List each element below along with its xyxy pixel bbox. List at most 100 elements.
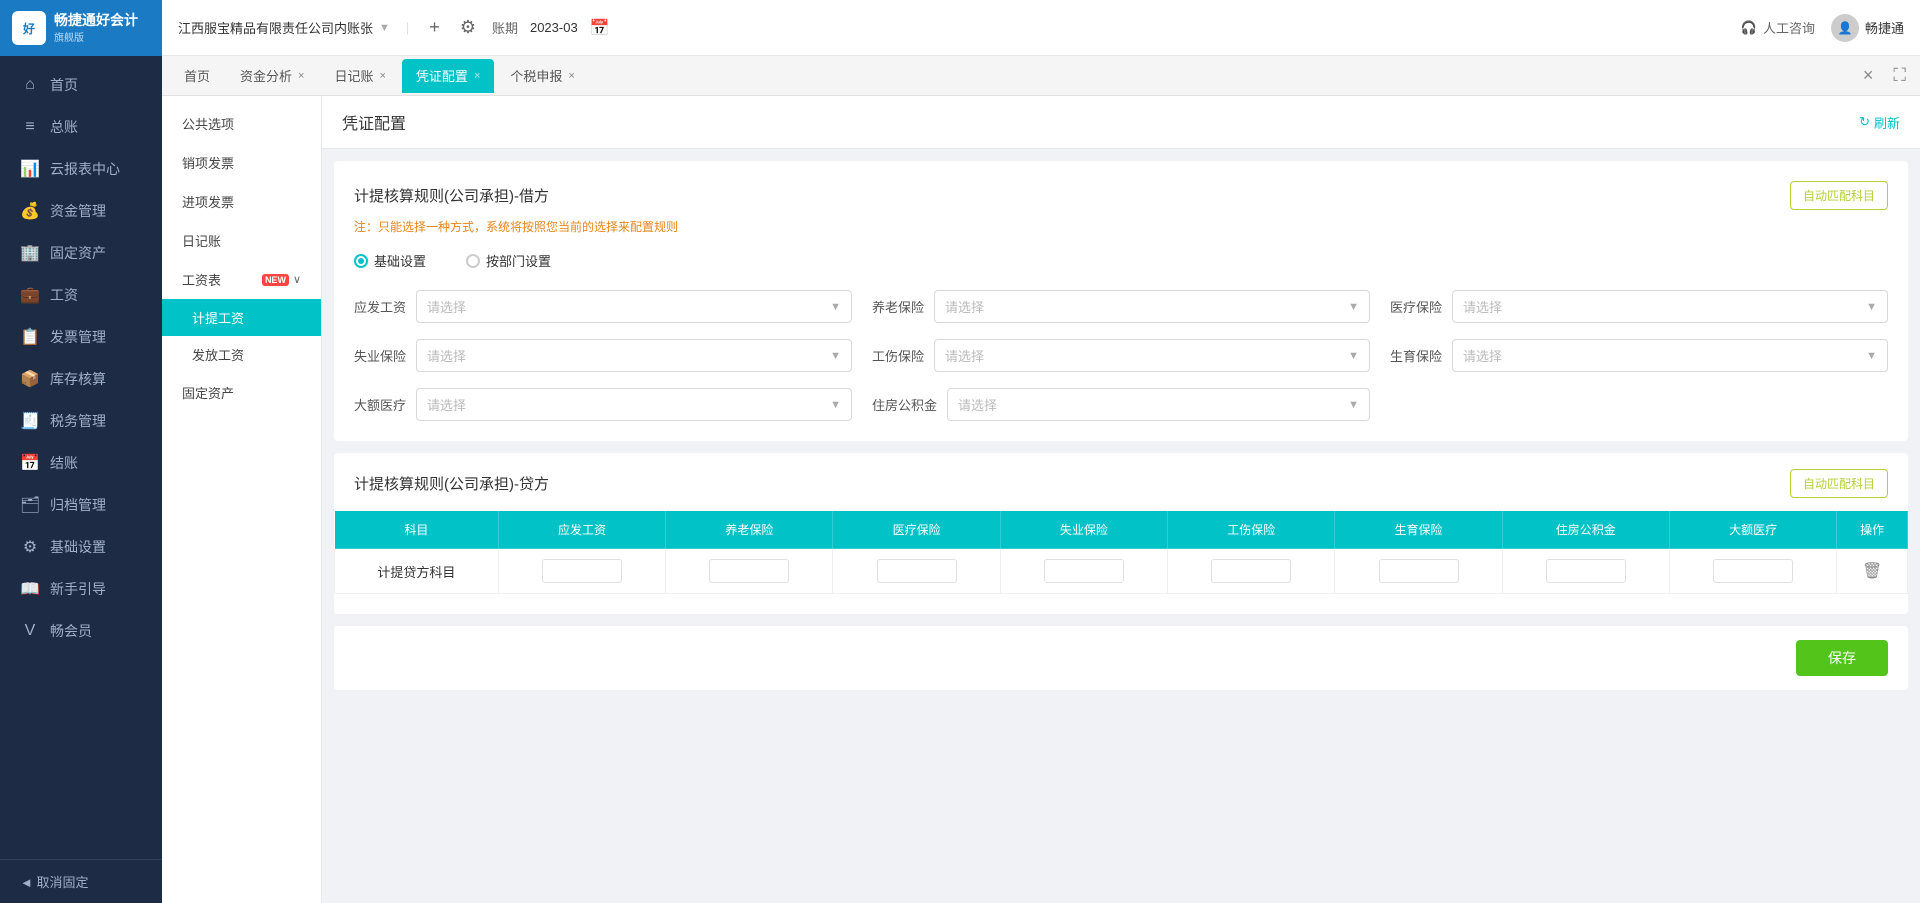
sidebar-label-guide: 新手引导 <box>50 579 106 599</box>
th-gross-salary: 应发工资 <box>498 511 665 549</box>
input-major-medical[interactable] <box>1713 559 1793 583</box>
td-work-injury-input[interactable] <box>1168 549 1335 594</box>
archive-icon: 🗂 <box>20 495 40 515</box>
select-pension-arrow: ▼ <box>1348 301 1359 313</box>
sidebar-item-archive[interactable]: 🗂 归档管理 <box>0 484 162 526</box>
save-button[interactable]: 保存 <box>1796 640 1888 676</box>
left-item-public[interactable]: 公共选项 <box>162 104 321 143</box>
sidebar-label-home: 首页 <box>50 75 78 95</box>
select-major-medical[interactable]: 请选择 ▼ <box>416 388 852 421</box>
left-item-journal[interactable]: 日记账 <box>162 221 321 260</box>
td-medical-input[interactable] <box>833 549 1000 594</box>
debit-form-grid: 应发工资 请选择 ▼ 养老保险 请选择 ▼ 医疗 <box>354 290 1888 421</box>
tab-tax-close[interactable]: × <box>568 70 574 82</box>
user-menu[interactable]: 👤 畅捷通 <box>1831 14 1904 42</box>
tab-journal[interactable]: 日记账 × <box>320 59 399 93</box>
left-item-pay-payroll[interactable]: 发放工资 <box>162 336 321 373</box>
sidebar-item-inventory[interactable]: 📦 库存核算 <box>0 358 162 400</box>
left-item-accrue-payroll[interactable]: 计提工资 <box>162 299 321 336</box>
input-work-injury[interactable] <box>1211 559 1291 583</box>
tab-tax-label: 个税申报 <box>510 66 562 85</box>
service-label: 人工咨询 <box>1763 18 1815 37</box>
tab-expand-btn[interactable]: ⛶ <box>1887 61 1912 90</box>
sidebar-item-vip[interactable]: V 畅会员 <box>0 610 162 652</box>
select-gross-salary[interactable]: 请选择 ▼ <box>416 290 852 323</box>
home-icon: ⌂ <box>20 76 40 94</box>
topbar-settings-icon[interactable]: ⚙ <box>456 13 480 42</box>
sidebar-label-invoice: 发票管理 <box>50 327 106 347</box>
radio-dept-circle <box>466 254 480 268</box>
td-pension-input[interactable] <box>666 549 833 594</box>
tab-finance-close[interactable]: × <box>298 70 304 82</box>
sidebar-item-guide[interactable]: 📖 新手引导 <box>0 568 162 610</box>
payroll-icon: 💼 <box>20 285 40 305</box>
input-housing-fund[interactable] <box>1546 559 1626 583</box>
sidebar-item-closing[interactable]: 📅 结账 <box>0 442 162 484</box>
input-gross-salary[interactable] <box>542 559 622 583</box>
service-btn[interactable]: 🎧 人工咨询 <box>1741 18 1815 37</box>
sidebar-collapse[interactable]: ◄ 取消固定 <box>0 859 162 903</box>
left-item-fixed-assets[interactable]: 固定资产 <box>162 373 321 412</box>
sidebar-item-invoice[interactable]: 📋 发票管理 <box>0 316 162 358</box>
credit-section-title: 计提核算规则(公司承担)-贷方 <box>354 473 549 494</box>
sidebar-item-tax[interactable]: 🧾 税务管理 <box>0 400 162 442</box>
sidebar-item-assets[interactable]: 🏢 固定资产 <box>0 232 162 274</box>
field-maternity: 生育保险 请选择 ▼ <box>1390 339 1888 372</box>
content-area: 公共选项 销项发票 进项发票 日记账 工资表 NEW ∨ 计提工资 <box>162 96 1920 903</box>
sidebar-label-closing: 结账 <box>50 453 78 473</box>
sidebar-item-settings[interactable]: ⚙ 基础设置 <box>0 526 162 568</box>
tab-finance[interactable]: 资金分析 × <box>226 59 318 93</box>
tab-close-btn[interactable]: × <box>1857 61 1880 90</box>
guide-icon: 📖 <box>20 579 40 599</box>
left-item-payroll-table[interactable]: 工资表 NEW ∨ <box>162 260 321 299</box>
calendar-icon[interactable]: 📅 <box>590 18 610 38</box>
tabs-bar: 首页 资金分析 × 日记账 × 凭证配置 × 个税申报 × × ⛶ <box>162 56 1920 96</box>
tab-voucher-config-close[interactable]: × <box>474 70 480 82</box>
tab-home[interactable]: 首页 <box>170 59 224 93</box>
select-work-injury[interactable]: 请选择 ▼ <box>934 339 1370 372</box>
td-housing-fund-input[interactable] <box>1502 549 1669 594</box>
debit-section-title: 计提核算规则(公司承担)-借方 <box>354 185 549 206</box>
select-housing-fund[interactable]: 请选择 ▼ <box>947 388 1370 421</box>
sidebar-item-finance[interactable]: 💰 资金管理 <box>0 190 162 232</box>
debit-auto-match-button[interactable]: 自动匹配科目 <box>1790 181 1888 210</box>
tab-voucher-config[interactable]: 凭证配置 × <box>402 59 494 93</box>
debit-radio-group: 基础设置 按部门设置 <box>354 251 1888 270</box>
select-major-medical-placeholder: 请选择 <box>427 395 466 414</box>
tab-journal-close[interactable]: × <box>379 70 385 82</box>
tab-tax[interactable]: 个税申报 × <box>496 59 588 93</box>
delete-row-icon[interactable]: 🗑 <box>1862 563 1882 580</box>
td-major-medical-input[interactable] <box>1669 549 1836 594</box>
left-item-sales-invoice[interactable]: 销项发票 <box>162 143 321 182</box>
input-medical[interactable] <box>877 559 957 583</box>
sidebar-item-ledger[interactable]: ≡ 总账 <box>0 106 162 148</box>
radio-basic[interactable]: 基础设置 <box>354 251 426 270</box>
input-maternity[interactable] <box>1379 559 1459 583</box>
left-label-purchase-invoice: 进项发票 <box>182 192 234 211</box>
field-unemployment: 失业保险 请选择 ▼ <box>354 339 852 372</box>
td-unemployment-input[interactable] <box>1000 549 1167 594</box>
input-unemployment[interactable] <box>1044 559 1124 583</box>
select-medical[interactable]: 请选择 ▼ <box>1452 290 1888 323</box>
save-bar: 保存 <box>334 626 1908 690</box>
tab-finance-label: 资金分析 <box>240 66 292 85</box>
td-maternity-input[interactable] <box>1335 549 1502 594</box>
refresh-button[interactable]: ↻ 刷新 <box>1859 113 1900 132</box>
refresh-icon: ↻ <box>1859 114 1870 130</box>
left-item-purchase-invoice[interactable]: 进项发票 <box>162 182 321 221</box>
credit-auto-match-button[interactable]: 自动匹配科目 <box>1790 469 1888 498</box>
td-gross-salary-input[interactable] <box>498 549 665 594</box>
sidebar-item-home[interactable]: ⌂ 首页 <box>0 64 162 106</box>
assets-icon: 🏢 <box>20 243 40 263</box>
input-pension[interactable] <box>709 559 789 583</box>
sidebar-item-reports[interactable]: 📊 云报表中心 <box>0 148 162 190</box>
company-selector[interactable]: 江西服宝精品有限责任公司内账张 ▼ <box>178 18 390 37</box>
select-maternity[interactable]: 请选择 ▼ <box>1452 339 1888 372</box>
topbar-add-icon[interactable]: + <box>425 13 444 42</box>
select-pension[interactable]: 请选择 ▼ <box>934 290 1370 323</box>
th-housing-fund: 住房公积金 <box>1502 511 1669 549</box>
th-pension: 养老保险 <box>666 511 833 549</box>
sidebar-item-payroll[interactable]: 💼 工资 <box>0 274 162 316</box>
radio-department[interactable]: 按部门设置 <box>466 251 551 270</box>
select-unemployment[interactable]: 请选择 ▼ <box>416 339 852 372</box>
